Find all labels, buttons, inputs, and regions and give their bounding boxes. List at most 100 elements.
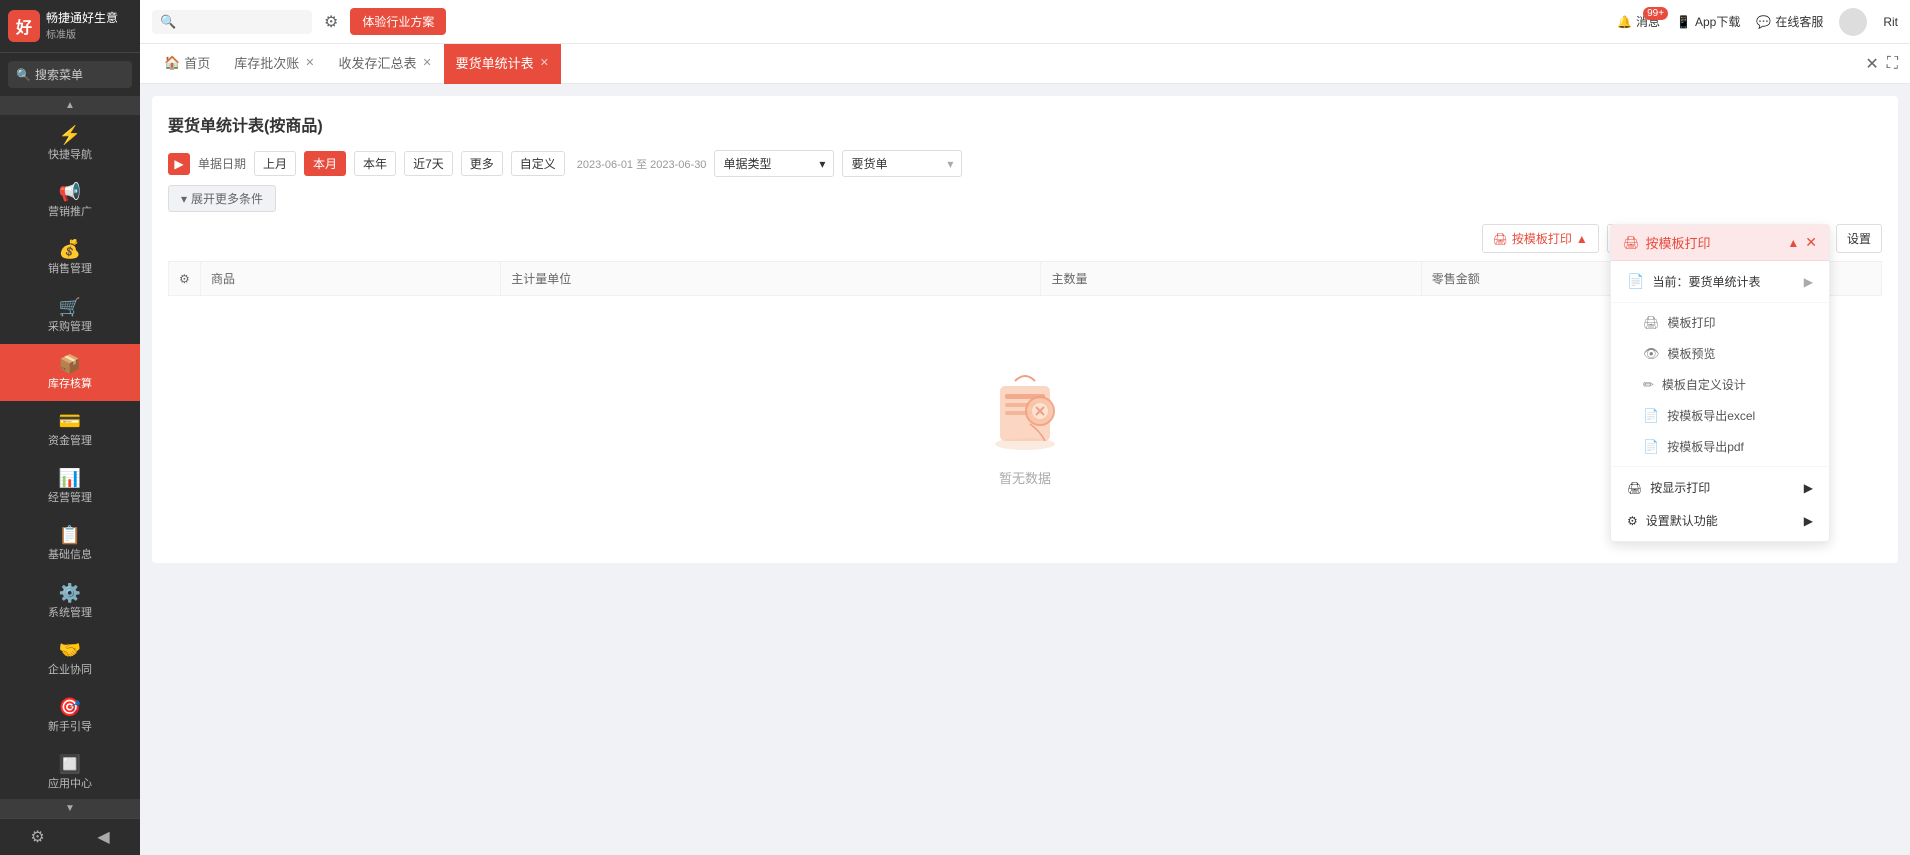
sidebar-item-sales[interactable]: 💰 销售管理 <box>0 229 140 286</box>
finance-label: 资金管理 <box>48 435 92 448</box>
settings-button[interactable]: 设置 <box>1836 224 1882 253</box>
username-label[interactable]: Rit <box>1883 15 1898 29</box>
online-service-icon: 💬 <box>1756 15 1771 29</box>
tab-receivable-summary-label: 收发存汇总表 <box>338 53 416 72</box>
sidebar-item-system[interactable]: ⚙️ 系统管理 <box>0 573 140 630</box>
dropdown-template-pdf-item[interactable]: 📄 按模板导出pdf <box>1611 431 1829 462</box>
sidebar-item-inventory[interactable]: 📦 库存核算 <box>0 344 140 401</box>
top-search-input[interactable] <box>180 15 300 29</box>
dropdown-template-section: 🖨 模板打印 👁 模板预览 ✏ 模板自定义设计 📄 按模板导出excel 📄 <box>1611 303 1829 467</box>
search-menu-button[interactable]: 🔍 搜索菜单 <box>8 61 132 88</box>
sidebar-settings-btn[interactable]: ⚙ <box>30 827 44 847</box>
dropdown-display-print-item[interactable]: 🖨 按显示打印 ▶ <box>1611 471 1829 504</box>
current-year-btn[interactable]: 本年 <box>354 151 396 176</box>
dropdown-close-button[interactable]: ✕ <box>1805 234 1817 251</box>
doc-type-select[interactable]: 单据类型 ▾ <box>714 150 834 177</box>
system-icon: ⚙️ <box>59 583 81 604</box>
sidebar-search-area: 🔍 搜索菜单 <box>0 53 140 96</box>
expand-more-label: 展开更多条件 <box>191 190 263 207</box>
sidebar-collapse-btn[interactable]: ◀ <box>97 827 109 847</box>
user-avatar[interactable] <box>1839 8 1867 36</box>
doc-type-chevron: ▾ <box>819 157 825 171</box>
expand-more-button[interactable]: ▾ 展开更多条件 <box>168 185 276 212</box>
empty-icon <box>975 356 1075 456</box>
cargo-filter[interactable]: 要货单 ▾ <box>842 150 962 177</box>
filter-bar: ▶ 单据日期 上月 本月 本年 近7天 更多 自定义 2023-06-01 至 … <box>168 150 1882 177</box>
marketing-icon: 📢 <box>59 182 81 203</box>
search-icon: 🔍 <box>16 68 31 82</box>
sidebar-scroll-down[interactable]: ▼ <box>0 799 140 818</box>
dropdown-template-design-item[interactable]: ✏ 模板自定义设计 <box>1611 369 1829 400</box>
dropdown-current-item[interactable]: 📄 当前：要货单统计表 ▶ <box>1611 265 1829 298</box>
tab-receivable-summary[interactable]: 收发存汇总表 ✕ <box>326 44 443 84</box>
display-print-label: 按显示打印 <box>1650 479 1710 496</box>
current-month-btn[interactable]: 本月 <box>304 151 346 176</box>
home-icon: 🏠 <box>164 55 180 71</box>
notification-area[interactable]: 🔔 消息 99+ <box>1617 13 1660 30</box>
tab-order-stats-close[interactable]: ✕ <box>540 56 549 69</box>
dropdown-set-default-item[interactable]: ⚙ 设置默认功能 ▶ <box>1611 504 1829 537</box>
system-label: 系统管理 <box>48 607 92 620</box>
tab-inventory-batch-close[interactable]: ✕ <box>305 56 314 69</box>
dropdown-title: 按模板打印 <box>1646 233 1711 252</box>
sidebar-item-basics[interactable]: 📋 基础信息 <box>0 515 140 572</box>
template-print-button[interactable]: 🖨 按模板打印 ▲ <box>1482 224 1599 253</box>
trial-button[interactable]: 体验行业方案 <box>350 8 446 35</box>
set-default-arrow: ▶ <box>1804 514 1813 528</box>
collab-icon: 🤝 <box>59 640 81 661</box>
sidebar-scroll-up[interactable]: ▲ <box>0 96 140 115</box>
more-date-btn[interactable]: 更多 <box>461 151 503 176</box>
page-content: 要货单统计表(按商品) ▶ 单据日期 上月 本月 本年 近7天 更多 自定义 2… <box>140 84 1910 855</box>
sidebar-item-purchase[interactable]: 🛒 采购管理 <box>0 287 140 344</box>
basics-icon: 📋 <box>59 525 81 546</box>
empty-text: 暂无数据 <box>999 468 1051 487</box>
sidebar: 好 畅捷通好生意 标准版 🔍 搜索菜单 ▲ ⚡ 快捷导航 📢 营销推广 💰 销售… <box>0 0 140 855</box>
notification-badge: 99+ <box>1643 7 1668 20</box>
dropdown-template-excel-item[interactable]: 📄 按模板导出excel <box>1611 400 1829 431</box>
tab-maximize-btn[interactable]: ⛶ <box>1887 55 1898 73</box>
app-name: 畅捷通好生意 <box>46 11 118 27</box>
sidebar-item-marketing[interactable]: 📢 营销推广 <box>0 172 140 229</box>
dropdown-collapse-arrow[interactable]: ▲ <box>1787 236 1799 250</box>
sidebar-item-apps[interactable]: 🔲 应用中心 <box>0 744 140 799</box>
app-download-label: App下载 <box>1695 13 1740 30</box>
prev-month-btn[interactable]: 上月 <box>254 151 296 176</box>
apps-label: 应用中心 <box>48 778 92 791</box>
doc-type-label: 单据类型 <box>723 155 771 172</box>
online-service-link[interactable]: 💬 在线客服 <box>1756 13 1823 30</box>
sidebar-item-finance[interactable]: 💳 资金管理 <box>0 401 140 458</box>
tab-home[interactable]: 🏠 首页 <box>152 44 222 84</box>
inventory-icon: 📦 <box>59 354 81 375</box>
dropdown-template-print-item[interactable]: 🖨 模板打印 <box>1611 307 1829 338</box>
dropdown-template-preview-item[interactable]: 👁 模板预览 <box>1611 338 1829 369</box>
app-download-link[interactable]: 📱 App下载 <box>1676 13 1740 30</box>
online-service-label: 在线客服 <box>1775 13 1823 30</box>
col-product: 商品 <box>201 262 501 296</box>
top-gear-icon[interactable]: ⚙ <box>324 12 338 32</box>
col-settings[interactable]: ⚙ <box>169 262 201 296</box>
template-design-label: 模板自定义设计 <box>1662 376 1746 393</box>
template-print-dropdown: 🖨 按模板打印 ▲ ✕ 📄 当前：要货单统计表 ▶ <box>1610 224 1830 542</box>
sidebar-item-quick-nav[interactable]: ⚡ 快捷导航 <box>0 115 140 172</box>
top-bar: 🔍 ⚙ 体验行业方案 🔔 消息 99+ 📱 App下载 💬 在线客服 Rit <box>140 0 1910 44</box>
top-search-area: 🔍 <box>152 10 312 34</box>
finance-icon: 💳 <box>59 411 81 432</box>
sidebar-item-collab[interactable]: 🤝 企业协同 <box>0 630 140 687</box>
tab-home-label: 首页 <box>184 53 210 72</box>
last-7-days-btn[interactable]: 近7天 <box>404 151 453 176</box>
apps-icon: 🔲 <box>59 754 81 775</box>
template-print-arrow: ▲ <box>1576 232 1588 246</box>
template-print-label: 按模板打印 <box>1512 230 1572 247</box>
tab-close-all-btn[interactable]: ✕ <box>1865 54 1878 74</box>
dropdown-current-label: 当前：要货单统计表 <box>1652 273 1760 290</box>
tab-receivable-summary-close[interactable]: ✕ <box>422 56 431 69</box>
tab-inventory-batch[interactable]: 库存批次账 ✕ <box>222 44 326 84</box>
app-badge: 标准版 <box>46 26 118 41</box>
tab-order-stats[interactable]: 要货单统计表 ✕ <box>444 44 561 84</box>
sidebar-item-guide[interactable]: 🎯 新手引导 <box>0 687 140 744</box>
guide-icon: 🎯 <box>59 697 81 718</box>
custom-date-btn[interactable]: 自定义 <box>511 151 565 176</box>
set-default-label: 设置默认功能 <box>1646 512 1718 529</box>
filter-expand-button[interactable]: ▶ <box>168 153 190 175</box>
sidebar-item-operations[interactable]: 📊 经营管理 <box>0 458 140 515</box>
